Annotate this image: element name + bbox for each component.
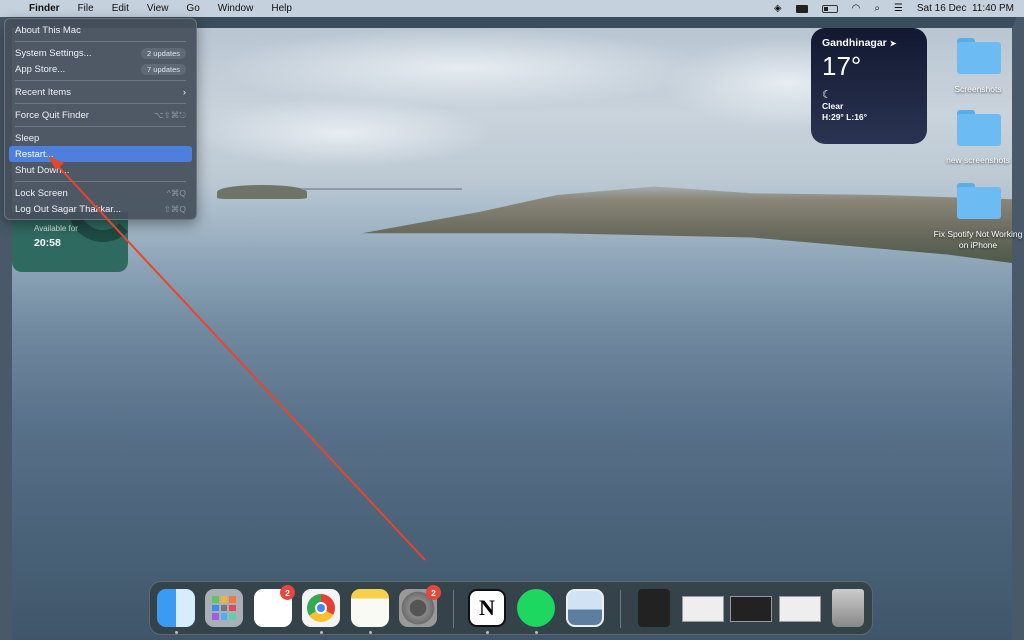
menu-view[interactable]: View — [138, 3, 178, 14]
dock-preview[interactable] — [566, 589, 604, 627]
menu-item-system-settings[interactable]: System Settings... 2 updates — [9, 45, 192, 61]
dock-chrome[interactable] — [302, 589, 340, 627]
battery-icon[interactable] — [821, 4, 838, 13]
dock-spotify-installer[interactable] — [638, 589, 670, 627]
menu-bar: Finder File Edit View Go Window Help ◈ ◠… — [0, 0, 1024, 17]
control-center-icon[interactable]: ☰ — [894, 3, 903, 14]
dock-launchpad[interactable] — [205, 589, 243, 627]
dock-spotify-window-thumbnail[interactable] — [730, 596, 772, 622]
menu-item-about[interactable]: About This Mac — [9, 22, 192, 38]
desktop-item-label[interactable]: Fix Spotify Not Working on iPhone — [928, 229, 1024, 251]
dock-chrome-window-thumbnail[interactable] — [682, 596, 724, 622]
dock-spotify[interactable] — [517, 589, 555, 627]
menu-finder[interactable]: Finder — [20, 3, 69, 14]
menu-item-shut-down[interactable]: Shut Down... — [9, 162, 192, 178]
folder-icon[interactable] — [957, 38, 1001, 74]
dock-trash[interactable] — [832, 589, 864, 627]
folder-icon[interactable] — [957, 183, 1001, 219]
clock-date[interactable]: Sat 16 Dec 11:40 PM — [917, 3, 1014, 14]
widget-value: 20:58 — [34, 237, 61, 249]
menu-item-force-quit[interactable]: Force Quit Finder ⌥⇧⌘⎋ — [9, 107, 192, 123]
notification-badge: 2 — [280, 585, 295, 600]
menu-go[interactable]: Go — [177, 3, 208, 14]
search-icon[interactable]: ⌕ — [874, 3, 880, 14]
stage-manager-icon[interactable]: ◈ — [774, 3, 782, 14]
menu-item-sleep[interactable]: Sleep — [9, 130, 192, 146]
menu-item-recent-items[interactable]: Recent Items › — [9, 84, 192, 100]
updates-badge: 2 updates — [141, 47, 186, 59]
updates-badge: 7 updates — [141, 63, 186, 75]
wifi-icon[interactable]: ◠ — [852, 3, 861, 14]
menu-window[interactable]: Window — [209, 3, 263, 14]
moon-icon: ☾ — [822, 89, 832, 101]
dock-notion-window-thumbnail[interactable] — [779, 596, 821, 622]
dock-finder[interactable] — [157, 589, 195, 627]
location-arrow-icon: ➤ — [889, 39, 897, 48]
desktop-item-label[interactable]: new screenshots — [928, 155, 1024, 166]
desktop-item-label[interactable]: Screenshots — [928, 84, 1024, 95]
weather-hilo: H:29° L:16° — [822, 112, 868, 122]
battery-widget[interactable]: Available for 20:58 — [12, 212, 128, 272]
dock: 2 2 N — [149, 581, 873, 635]
dock-notes[interactable] — [351, 589, 389, 627]
menu-edit[interactable]: Edit — [103, 3, 138, 14]
keyboard-brightness-icon[interactable] — [795, 4, 808, 13]
menu-item-lock-screen[interactable]: Lock Screen ^⌘Q — [9, 185, 192, 201]
menu-item-app-store[interactable]: App Store... 7 updates — [9, 61, 192, 77]
notification-badge: 2 — [426, 585, 441, 600]
chevron-right-icon: › — [182, 86, 186, 98]
weather-city: Gandhinagar — [822, 37, 887, 49]
folder-icon[interactable] — [957, 110, 1001, 146]
weather-widget[interactable]: Gandhinagar ➤ 17° ☾ Clear H:29° L:16° — [811, 28, 927, 144]
menu-item-log-out[interactable]: Log Out Sagar Thakkar... ⇧⌘Q — [9, 201, 192, 217]
widget-label: Available for — [34, 224, 78, 233]
apple-menu-dropdown: About This Mac System Settings... 2 updat… — [4, 18, 197, 220]
weather-temp: 17° — [822, 51, 862, 81]
menu-file[interactable]: File — [69, 3, 103, 14]
menu-help[interactable]: Help — [262, 3, 301, 14]
menu-item-restart[interactable]: Restart... — [9, 146, 192, 162]
dock-notion[interactable]: N — [468, 589, 506, 627]
weather-condition: Clear — [822, 101, 844, 111]
